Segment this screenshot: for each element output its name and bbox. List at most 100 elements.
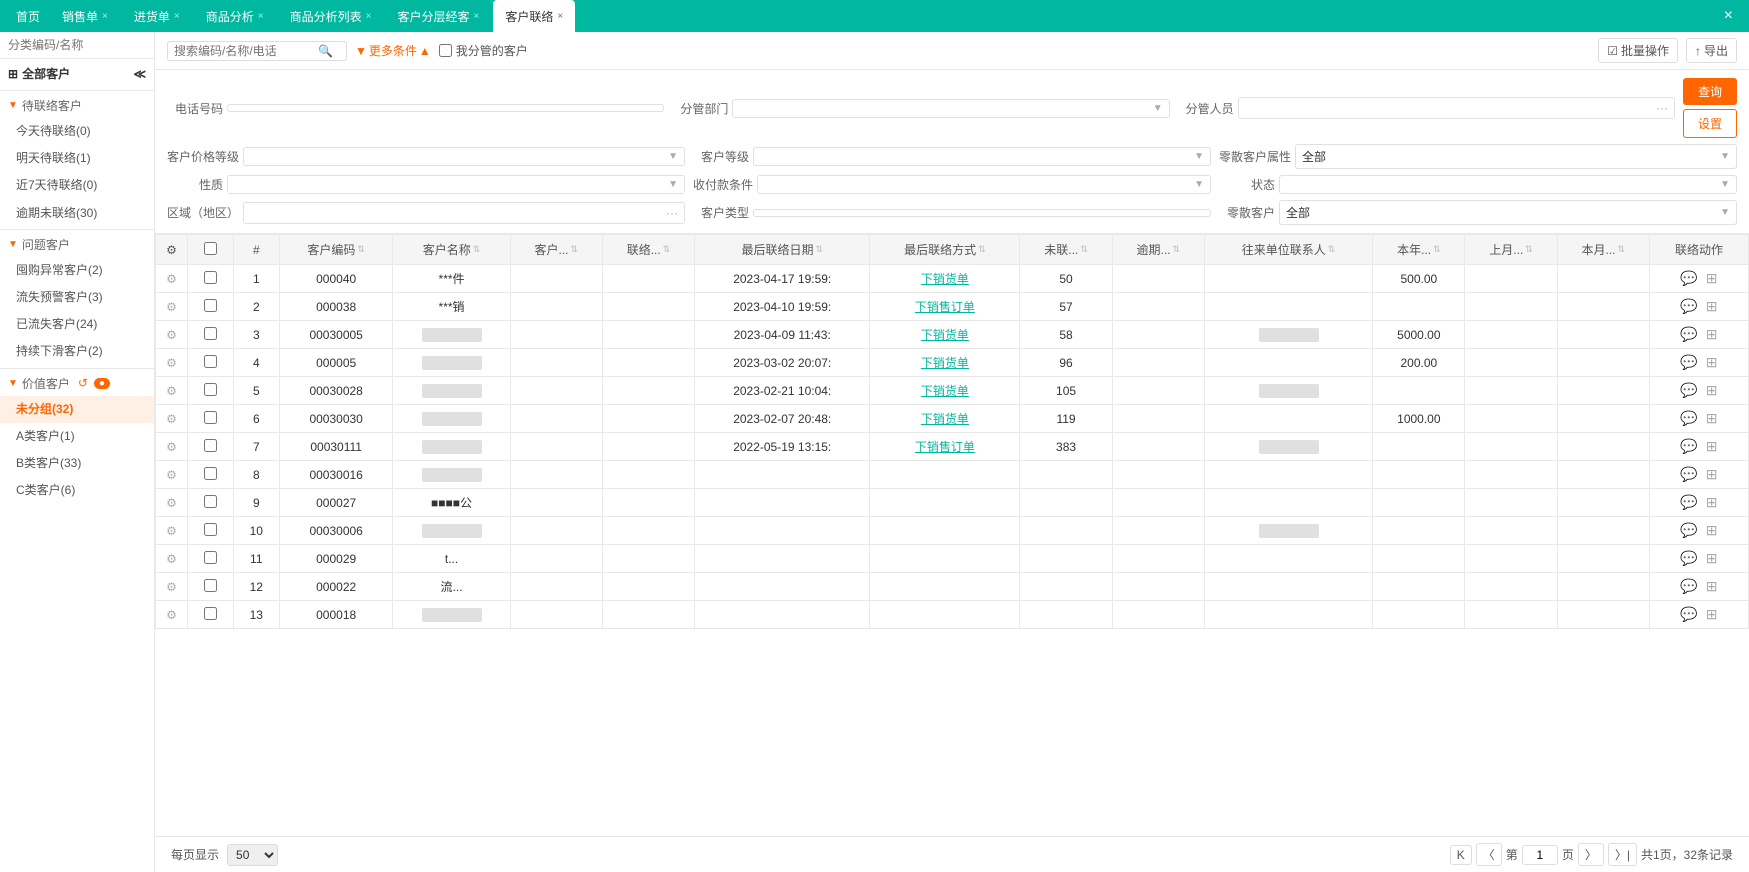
sidebar-item-churned[interactable]: 已流失客户(24) — [0, 311, 154, 338]
grid-action-icon[interactable]: ⊞ — [1706, 466, 1718, 483]
close-icon[interactable]: × — [174, 11, 180, 22]
sex-select[interactable]: ▼ — [227, 175, 685, 194]
chat-icon[interactable]: 💬 — [1680, 550, 1697, 567]
region-input[interactable]: ··· — [243, 202, 685, 224]
row-select-checkbox[interactable] — [204, 495, 217, 508]
th-this-month[interactable]: 本月...⇅ — [1557, 235, 1649, 265]
row-select-checkbox[interactable] — [204, 271, 217, 284]
th-code[interactable]: 客户编码⇅ — [279, 235, 393, 265]
row-checkbox[interactable] — [188, 377, 234, 405]
grid-action-icon[interactable]: ⊞ — [1706, 578, 1718, 595]
row-select-checkbox[interactable] — [204, 299, 217, 312]
row-last-method[interactable]: 下销售订单 — [915, 300, 975, 314]
chat-icon[interactable]: 💬 — [1680, 298, 1697, 315]
select-all-checkbox[interactable] — [204, 242, 217, 255]
grid-action-icon[interactable]: ⊞ — [1706, 270, 1718, 287]
batch-ops-button[interactable]: ☑ 批量操作 — [1598, 38, 1678, 63]
customer-type-input[interactable] — [753, 209, 1211, 217]
th-this-year[interactable]: 本年...⇅ — [1373, 235, 1465, 265]
row-checkbox[interactable] — [188, 265, 234, 293]
close-icon[interactable]: × — [258, 11, 264, 22]
grid-action-icon[interactable]: ⊞ — [1706, 410, 1718, 427]
level-select[interactable]: ▼ — [753, 147, 1211, 166]
th-name[interactable]: 客户名称⇅ — [393, 235, 510, 265]
chat-icon[interactable]: 💬 — [1680, 466, 1697, 483]
close-icon[interactable]: × — [557, 11, 563, 22]
nav-tab-analysis-list[interactable]: 商品分析列表 × — [278, 0, 384, 32]
sidebar-item-tomorrow[interactable]: 明天待联络(1) — [0, 145, 154, 172]
sidebar-item-7days[interactable]: 近7天待联络(0) — [0, 172, 154, 199]
grid-action-icon[interactable]: ⊞ — [1706, 522, 1718, 539]
next-page-button[interactable]: 〉 — [1578, 843, 1604, 866]
th-last-month[interactable]: 上月...⇅ — [1465, 235, 1557, 265]
price-level-select[interactable]: ▼ — [243, 147, 685, 166]
nav-tab-customer-tier[interactable]: 客户分层经客 × — [385, 0, 491, 32]
row-select-checkbox[interactable] — [204, 551, 217, 564]
sidebar-item-hoarding[interactable]: 囤购异常客户(2) — [0, 257, 154, 284]
row-checkbox[interactable] — [188, 573, 234, 601]
sidebar-group-problem[interactable]: ▼ 问题客户 — [0, 232, 154, 257]
chat-icon[interactable]: 💬 — [1680, 410, 1697, 427]
chat-icon[interactable]: 💬 — [1680, 354, 1697, 371]
window-close-button[interactable]: × — [1716, 7, 1741, 25]
chat-icon[interactable]: 💬 — [1680, 522, 1697, 539]
row-select-checkbox[interactable] — [204, 355, 217, 368]
sidebar-item-class-b[interactable]: B类客户(33) — [0, 450, 154, 477]
sidebar-item-class-c[interactable]: C类客户(6) — [0, 477, 154, 504]
th-no-contact[interactable]: 未联...⇅ — [1020, 235, 1112, 265]
chat-icon[interactable]: 💬 — [1680, 438, 1697, 455]
sidebar-item-unclassified[interactable]: 未分组(32) — [0, 396, 154, 423]
row-checkbox[interactable] — [188, 545, 234, 573]
sidebar-item-churn-warning[interactable]: 流失预警客户(3) — [0, 284, 154, 311]
row-settings[interactable]: ⚙ — [156, 517, 188, 545]
nav-tab-purchase[interactable]: 进货单 × — [122, 0, 192, 32]
chat-icon[interactable]: 💬 — [1680, 270, 1697, 287]
row-select-checkbox[interactable] — [204, 523, 217, 536]
my-customers-checkbox-label[interactable]: 我分管的客户 — [439, 42, 528, 59]
row-settings[interactable]: ⚙ — [156, 573, 188, 601]
page-size-select[interactable]: 50 100 200 — [227, 844, 278, 866]
close-icon[interactable]: × — [366, 11, 372, 22]
sidebar-all-customers[interactable]: ⊞ 全部客户 ≪ — [0, 59, 154, 88]
more-conditions-btn[interactable]: ▼ 更多条件 ▲ — [355, 42, 431, 59]
th-last-method[interactable]: 最后联络方式⇅ — [870, 235, 1020, 265]
row-select-checkbox[interactable] — [204, 327, 217, 340]
nav-tab-sales[interactable]: 销售单 × — [50, 0, 120, 32]
sidebar-search-input[interactable] — [8, 38, 155, 52]
reset-button[interactable]: 设置 — [1683, 109, 1737, 138]
row-settings[interactable]: ⚙ — [156, 545, 188, 573]
th-overdue[interactable]: 逾期...⇅ — [1112, 235, 1204, 265]
close-icon[interactable]: × — [473, 11, 479, 22]
row-select-checkbox[interactable] — [204, 439, 217, 452]
th-category[interactable]: 客户...⇅ — [510, 235, 602, 265]
chat-icon[interactable]: 💬 — [1680, 382, 1697, 399]
row-select-checkbox[interactable] — [204, 607, 217, 620]
row-select-checkbox[interactable] — [204, 383, 217, 396]
row-checkbox[interactable] — [188, 405, 234, 433]
row-checkbox[interactable] — [188, 517, 234, 545]
row-select-checkbox[interactable] — [204, 467, 217, 480]
row-last-method[interactable]: 下销货单 — [921, 272, 969, 286]
sidebar-group-value[interactable]: ▼ 价值客户 ↺ ● — [0, 371, 154, 396]
query-button[interactable]: 查询 — [1683, 78, 1737, 105]
grid-action-icon[interactable]: ⊞ — [1706, 494, 1718, 511]
grid-action-icon[interactable]: ⊞ — [1706, 326, 1718, 343]
grid-action-icon[interactable]: ⊞ — [1706, 550, 1718, 567]
row-select-checkbox[interactable] — [204, 411, 217, 424]
row-checkbox[interactable] — [188, 293, 234, 321]
row-settings[interactable]: ⚙ — [156, 293, 188, 321]
sidebar-item-declining[interactable]: 持续下滑客户(2) — [0, 338, 154, 365]
grid-action-icon[interactable]: ⊞ — [1706, 438, 1718, 455]
prev-page-button[interactable]: 〈 — [1476, 843, 1502, 866]
grid-action-icon[interactable]: ⊞ — [1706, 298, 1718, 315]
row-settings[interactable]: ⚙ — [156, 489, 188, 517]
sidebar-item-overdue[interactable]: 逾期未联络(30) — [0, 200, 154, 227]
sidebar-group-waiting[interactable]: ▼ 待联络客户 — [0, 93, 154, 118]
retail-customer-select[interactable]: 全部▼ — [1279, 200, 1737, 225]
chat-icon[interactable]: 💬 — [1680, 578, 1697, 595]
last-page-button[interactable]: 〉| — [1608, 843, 1637, 866]
row-checkbox[interactable] — [188, 601, 234, 629]
dept-select[interactable]: ▼ — [732, 99, 1169, 118]
pay-select[interactable]: ▼ — [757, 175, 1211, 194]
th-settings[interactable]: ⚙ — [156, 235, 188, 265]
